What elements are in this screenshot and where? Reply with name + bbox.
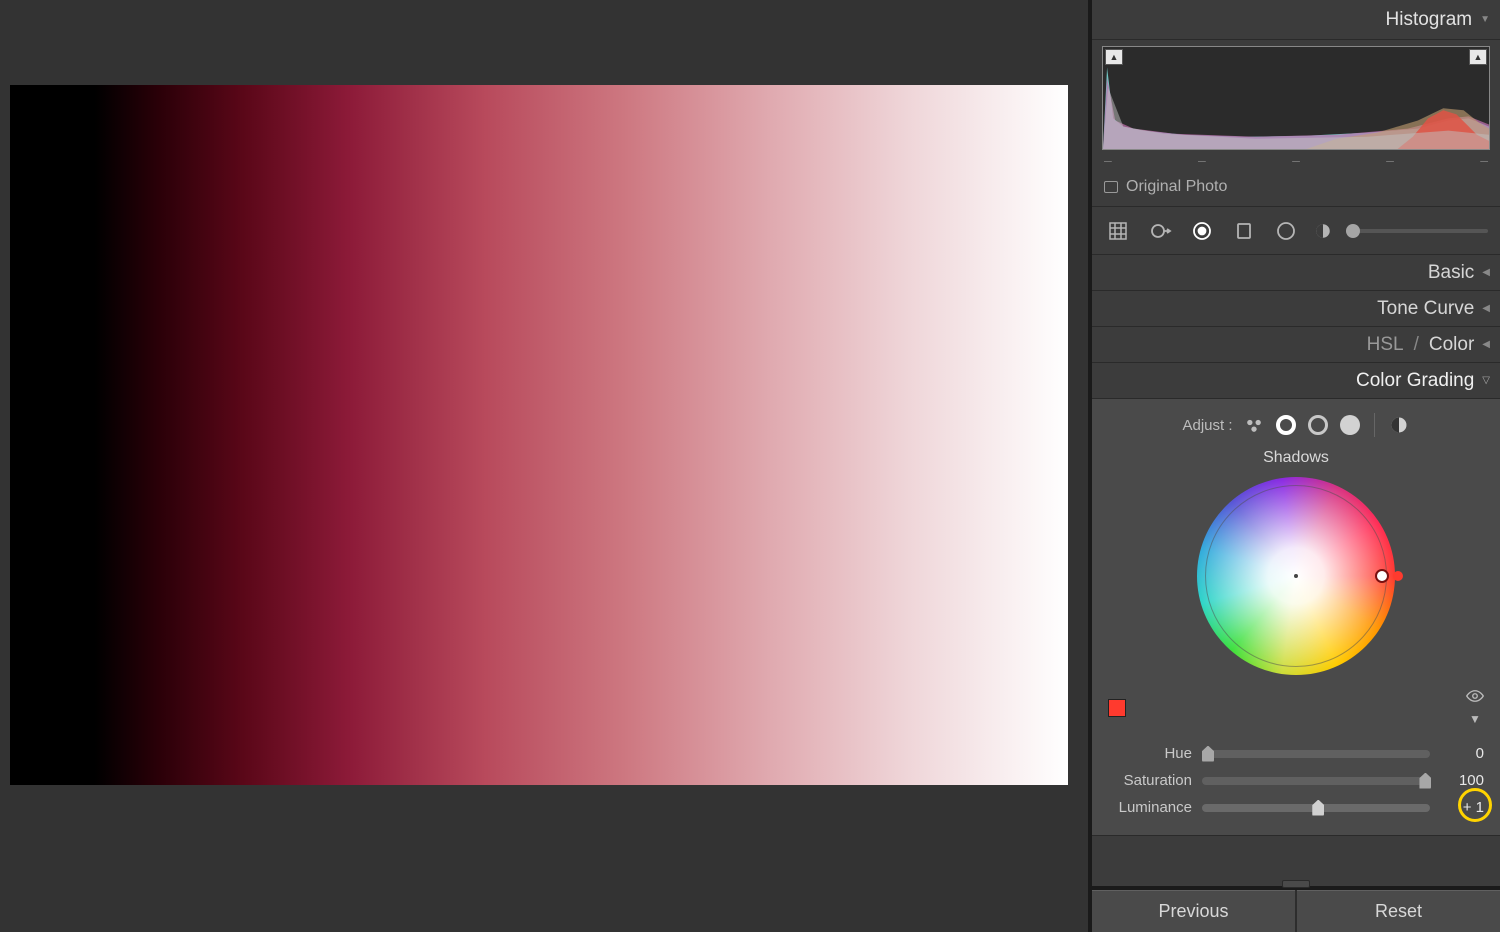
saturation-slider-row: Saturation 100 (1102, 767, 1490, 794)
histogram-title: Histogram (1386, 9, 1473, 31)
crop-tool-icon[interactable] (1104, 217, 1132, 245)
luminance-value[interactable]: + 1 (1440, 799, 1484, 816)
slider-knob[interactable] (1312, 800, 1324, 816)
slider-knob[interactable] (1346, 224, 1360, 238)
histogram-graph (1103, 47, 1489, 149)
hue-value[interactable]: 0 (1440, 745, 1484, 762)
hue-slider[interactable] (1202, 750, 1430, 758)
adjust-3way-icon[interactable] (1243, 414, 1265, 436)
tool-amount-slider[interactable] (1346, 229, 1488, 233)
redeye-tool-icon[interactable] (1188, 217, 1216, 245)
original-photo-label: Original Photo (1126, 178, 1227, 196)
histogram-region-labels: – – – – – (1092, 150, 1500, 172)
adjust-label: Adjust : (1182, 417, 1232, 434)
color-wheel-picker[interactable] (1375, 569, 1389, 583)
disclosure-triangle-icon[interactable]: ▼ (1469, 712, 1481, 726)
saturation-value[interactable]: 100 (1440, 772, 1484, 789)
original-photo-row[interactable]: Original Photo (1092, 172, 1500, 207)
reset-button[interactable]: Reset (1297, 890, 1500, 932)
color-grading-panel: Adjust : (1092, 399, 1500, 836)
chevron-down-icon: ▽ (1482, 375, 1490, 386)
hsl-color-panel-header[interactable]: HSL / Color ◀ (1092, 327, 1500, 363)
preview-image[interactable] (10, 85, 1068, 785)
adjust-highlights-icon[interactable] (1339, 414, 1361, 436)
hue-slider-row: Hue 0 (1102, 740, 1490, 767)
spot-removal-icon[interactable] (1146, 217, 1174, 245)
luminance-slider-row: Luminance + 1 (1102, 794, 1490, 821)
local-tools-strip (1092, 207, 1500, 255)
gradient-filter-icon[interactable] (1314, 217, 1332, 245)
preview-toggle-icon[interactable] (1466, 689, 1484, 706)
panel-resize-grip-icon[interactable] (1282, 880, 1310, 888)
color-swatch[interactable] (1108, 699, 1126, 717)
adjust-midtones-icon[interactable] (1307, 414, 1329, 436)
develop-side-panel: Histogram ▼ ▲ ▲ (1088, 0, 1500, 932)
luminance-label: Luminance (1108, 799, 1192, 816)
adjust-shadows-icon[interactable] (1275, 414, 1297, 436)
radial-filter-icon[interactable] (1272, 217, 1300, 245)
slider-knob[interactable] (1419, 773, 1431, 789)
masking-tool-icon[interactable] (1230, 217, 1258, 245)
canvas-area (0, 0, 1088, 932)
checkbox-icon[interactable] (1104, 181, 1118, 193)
highlight-clipping-button[interactable]: ▲ (1469, 49, 1487, 65)
tone-curve-panel-header[interactable]: Tone Curve ◀ (1092, 291, 1500, 327)
wheel-center-icon (1294, 574, 1298, 578)
saturation-slider[interactable] (1202, 777, 1430, 785)
hue-label: Hue (1108, 745, 1192, 762)
adjust-mode-row: Adjust : (1102, 409, 1490, 449)
previous-button[interactable]: Previous (1092, 890, 1295, 932)
shadow-clipping-button[interactable]: ▲ (1105, 49, 1123, 65)
color-wheel-edge-indicator (1393, 571, 1403, 581)
slider-knob[interactable] (1202, 746, 1214, 762)
basic-panel-header[interactable]: Basic ◀ (1092, 255, 1500, 291)
histogram-header[interactable]: Histogram ▼ (1092, 0, 1500, 40)
chevron-down-icon: ▼ (1480, 14, 1490, 25)
color-grading-subhead: Shadows (1102, 449, 1490, 477)
chevron-left-icon: ◀ (1482, 303, 1490, 314)
adjust-global-icon[interactable] (1388, 414, 1410, 436)
chevron-left-icon: ◀ (1482, 267, 1490, 278)
luminance-slider[interactable] (1202, 804, 1430, 812)
histogram[interactable]: ▲ ▲ (1102, 46, 1490, 150)
color-grading-panel-header[interactable]: Color Grading ▽ (1092, 363, 1500, 399)
color-wheel[interactable] (1197, 477, 1395, 675)
chevron-left-icon: ◀ (1482, 339, 1490, 350)
saturation-label: Saturation (1108, 772, 1192, 789)
